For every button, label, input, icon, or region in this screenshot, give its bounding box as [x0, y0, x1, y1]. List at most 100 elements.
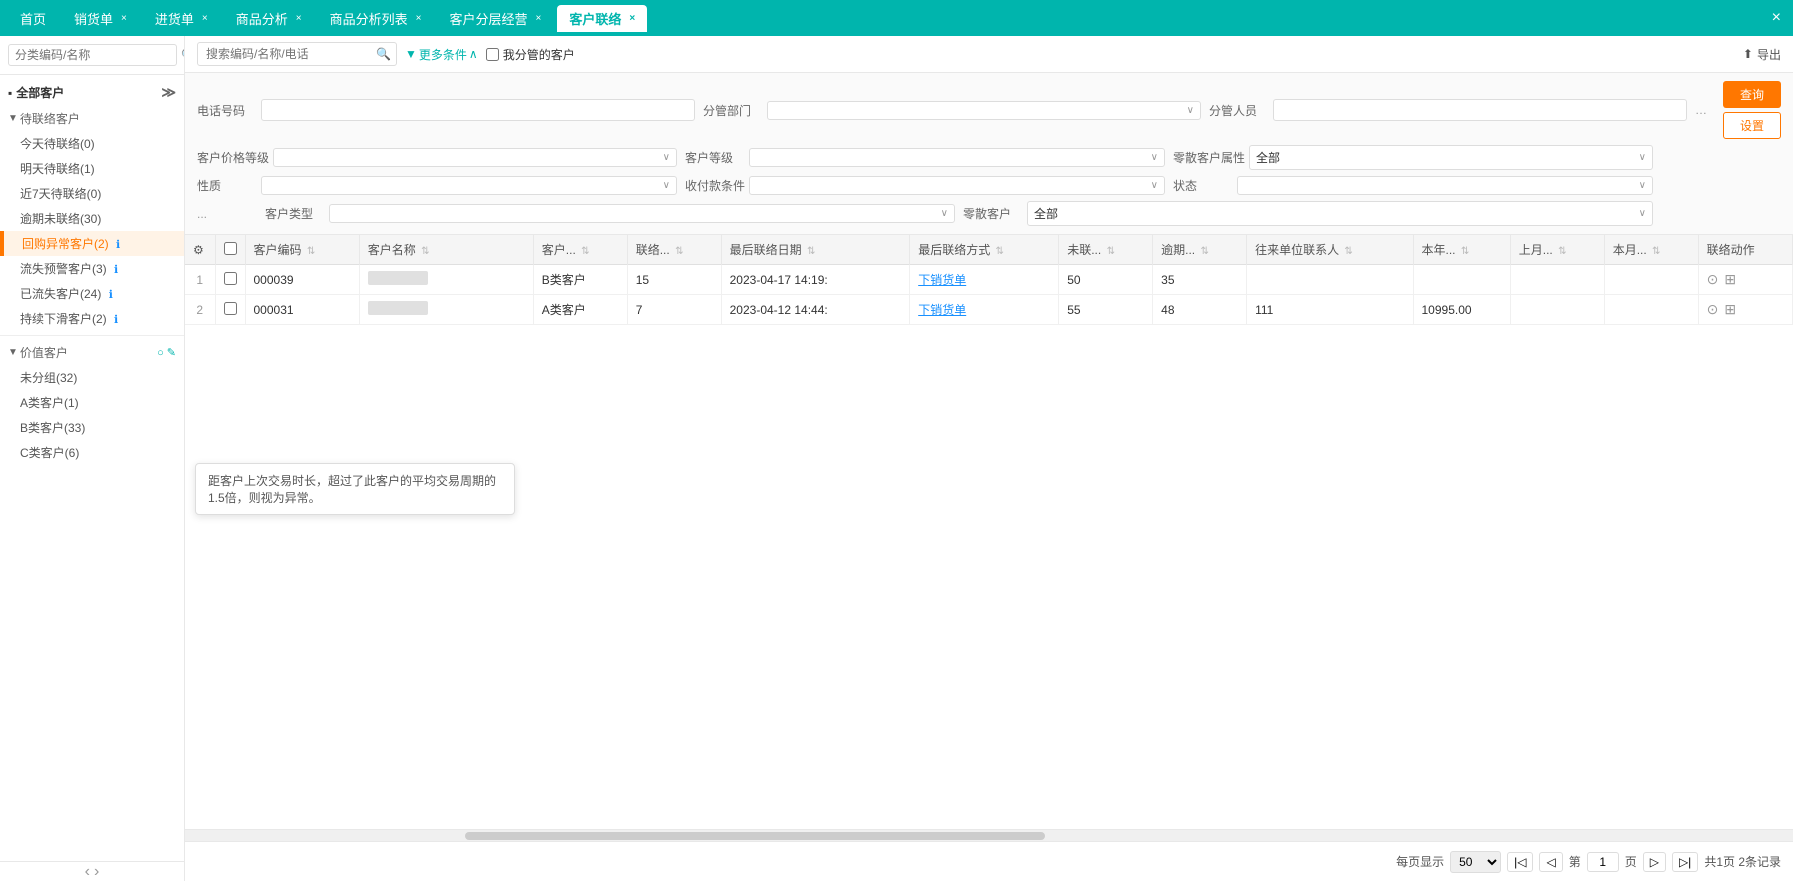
collapse-icon[interactable]: ≫	[161, 84, 176, 101]
settings-icon[interactable]: ⚙	[193, 243, 204, 257]
prev-page-btn[interactable]: ◁	[1539, 852, 1562, 872]
sort-icon[interactable]: ⇅	[1201, 246, 1209, 257]
nav-tab-customer-contact[interactable]: 客户联络 ×	[557, 5, 647, 32]
info-icon[interactable]: ℹ	[116, 239, 120, 251]
nav-tab-purchase[interactable]: 进货单 ×	[143, 5, 220, 32]
my-customer-checkbox-wrap[interactable]: 我分管的客户	[486, 46, 575, 63]
retail-attr-select[interactable]: 全部 ∨	[1249, 145, 1653, 170]
nav-tab-home[interactable]: 首页	[8, 5, 58, 32]
close-icon[interactable]: ×	[629, 13, 635, 24]
ext-filter: 电话号码 分管部门 ∨ 分管人员 … 查询 设置	[185, 73, 1793, 235]
nature-select[interactable]: ∨	[261, 176, 677, 195]
sidebar-item-tomorrow[interactable]: 明天待联络(1)	[0, 156, 184, 181]
query-button[interactable]: 查询	[1723, 81, 1781, 108]
select-all-checkbox[interactable]	[224, 242, 237, 255]
payment-select[interactable]: ∨	[749, 176, 1165, 195]
filter-retail-attr: 零散客户属性 全部 ∨	[1173, 145, 1653, 170]
edit-icon[interactable]: ○ ✎	[157, 346, 176, 359]
sort-icon[interactable]: ⇅	[1652, 246, 1660, 257]
sidebar-item-overdue[interactable]: 逾期未联络(30)	[0, 206, 184, 231]
nav-tab-analysis-list[interactable]: 商品分析列表 ×	[318, 5, 434, 32]
retail-customer-select[interactable]: 全部 ∨	[1027, 201, 1653, 226]
sort-icon[interactable]: ⇅	[996, 246, 1004, 257]
row-code-2: 000031	[245, 295, 359, 325]
search-input[interactable]	[197, 42, 397, 66]
row-select-checkbox[interactable]	[224, 302, 237, 315]
next-page-btn[interactable]: ▷	[1643, 852, 1666, 872]
action-icons: ⊙ ⊞	[1707, 271, 1784, 288]
page-size-select[interactable]: 50 100 200	[1450, 851, 1501, 873]
customer-type-select[interactable]: ∨	[329, 204, 955, 223]
sidebar-item-loss-warning[interactable]: 流失预警客户(3) ℹ	[0, 256, 184, 281]
sidebar-scroll-right[interactable]: ›	[94, 863, 99, 881]
sidebar-item-class-b[interactable]: B类客户(33)	[0, 415, 184, 440]
grid-action-icon[interactable]: ⊞	[1724, 301, 1736, 318]
person-input[interactable]	[1273, 99, 1687, 121]
sort-icon[interactable]: ⇅	[807, 246, 815, 257]
price-grade-select[interactable]: ∨	[273, 148, 677, 167]
dept-select[interactable]: ∨	[767, 101, 1201, 120]
sidebar-bottom: ‹ ›	[0, 861, 184, 881]
grid-action-icon[interactable]: ⊞	[1724, 271, 1736, 288]
info-icon[interactable]: ℹ	[109, 289, 113, 301]
first-page-btn[interactable]: |◁	[1507, 852, 1533, 872]
more-dots[interactable]: ...	[197, 207, 207, 221]
sidebar-section-waiting[interactable]: ▼ 待联络客户	[0, 106, 184, 131]
window-close-icon[interactable]: ×	[1772, 9, 1781, 27]
main-layout: 🔍 ▪ 全部客户 ≫ ▼ 待联络客户 今天待联络(0) 明天待联络(1) 近7天…	[0, 36, 1793, 881]
nav-tab-analysis[interactable]: 商品分析 ×	[224, 5, 314, 32]
filter-retail-customer: 零散客户 全部 ∨	[963, 201, 1653, 226]
sidebar-item-class-c[interactable]: C类客户(6)	[0, 440, 184, 465]
action-icons: ⊙ ⊞	[1707, 301, 1784, 318]
close-icon[interactable]: ×	[202, 13, 208, 24]
sidebar-item-ungrouped[interactable]: 未分组(32)	[0, 365, 184, 390]
row-this-month-2	[1604, 295, 1698, 325]
close-icon[interactable]: ×	[296, 13, 302, 24]
sort-icon[interactable]: ⇅	[421, 246, 429, 257]
horizontal-scrollbar[interactable]	[185, 829, 1793, 841]
close-icon[interactable]: ×	[416, 13, 422, 24]
sidebar-scroll-left[interactable]: ‹	[85, 863, 90, 881]
sidebar-item-declining[interactable]: 持续下滑客户(2) ℹ	[0, 306, 184, 331]
sidebar-item-class-a[interactable]: A类客户(1)	[0, 390, 184, 415]
sort-icon[interactable]: ⇅	[675, 246, 683, 257]
info-icon[interactable]: ℹ	[114, 264, 118, 276]
sidebar-item-7days[interactable]: 近7天待联络(0)	[0, 181, 184, 206]
sort-icon[interactable]: ⇅	[581, 246, 589, 257]
person-dots-icon[interactable]: …	[1695, 103, 1707, 117]
close-icon[interactable]: ×	[121, 13, 127, 24]
customer-grade-select[interactable]: ∨	[749, 148, 1165, 167]
sort-icon[interactable]: ⇅	[1558, 246, 1566, 257]
phone-input[interactable]	[261, 99, 695, 121]
link-action-icon[interactable]: ⊙	[1707, 271, 1719, 288]
sort-icon[interactable]: ⇅	[1461, 246, 1469, 257]
status-select[interactable]: ∨	[1237, 176, 1653, 195]
nav-tab-customer-segment[interactable]: 客户分层经营 ×	[437, 5, 553, 32]
sort-icon[interactable]: ⇅	[1107, 246, 1115, 257]
scrollbar-thumb[interactable]	[465, 832, 1045, 840]
sidebar-item-abnormal[interactable]: 回购异常客户(2) ℹ	[0, 231, 184, 256]
sidebar-group-all-customers[interactable]: ▪ 全部客户 ≫	[0, 79, 184, 106]
settings-button[interactable]: 设置	[1723, 112, 1781, 139]
sort-icon[interactable]: ⇅	[1344, 246, 1352, 257]
sidebar-section-value[interactable]: ▼ 价值客户 ○ ✎	[0, 340, 184, 365]
row-select-checkbox[interactable]	[224, 272, 237, 285]
info-icon[interactable]: ℹ	[114, 314, 118, 326]
last-page-btn[interactable]: ▷|	[1672, 852, 1698, 872]
export-button[interactable]: ⬆ 导出	[1743, 46, 1781, 63]
close-icon[interactable]: ×	[535, 13, 541, 24]
nav-tab-sales[interactable]: 销货单 ×	[62, 5, 139, 32]
sidebar-content: ▪ 全部客户 ≫ ▼ 待联络客户 今天待联络(0) 明天待联络(1) 近7天待联…	[0, 75, 184, 861]
sidebar-item-today[interactable]: 今天待联络(0)	[0, 131, 184, 156]
link-action-icon[interactable]: ⊙	[1707, 301, 1719, 318]
row-uncontacted-2: 55	[1059, 295, 1153, 325]
sidebar-item-lost[interactable]: 已流失客户(24) ℹ	[0, 281, 184, 306]
sort-icon[interactable]: ⇅	[307, 246, 315, 257]
search-icon[interactable]: 🔍	[376, 47, 391, 61]
contact-method-link[interactable]: 下销货单	[918, 303, 966, 317]
more-conditions-btn[interactable]: ▼ 更多条件 ∧	[405, 46, 478, 63]
my-customer-checkbox[interactable]	[486, 48, 499, 61]
contact-method-link[interactable]: 下销货单	[918, 273, 966, 287]
category-search-input[interactable]	[8, 44, 177, 66]
page-input[interactable]	[1587, 852, 1619, 872]
